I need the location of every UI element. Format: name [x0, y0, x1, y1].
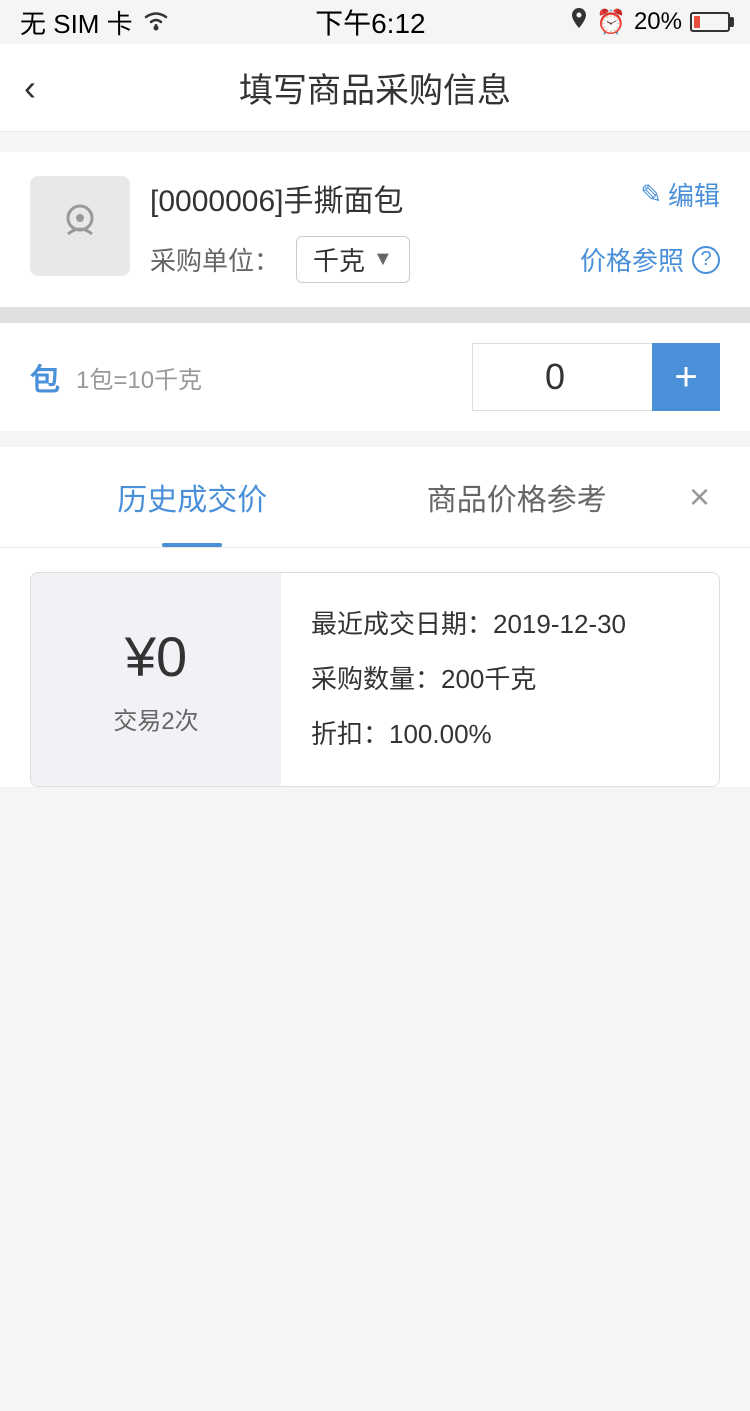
- battery-percent: 20%: [634, 8, 682, 36]
- edit-button[interactable]: ✎ 编辑: [640, 176, 720, 213]
- price-ref-label: 价格参照: [580, 241, 684, 278]
- price-card: ¥0 交易2次 最近成交日期：2019-12-30 采购数量：200千克 折扣：…: [30, 572, 720, 787]
- back-button[interactable]: ‹: [24, 67, 36, 109]
- tabs-section: 历史成交价 商品价格参考 × ¥0 交易2次 最近成交日期：2019-12-30…: [0, 447, 750, 787]
- question-icon: ?: [692, 246, 720, 274]
- unit-arrow-icon: ▼: [373, 248, 393, 271]
- quantity-plus-button[interactable]: +: [652, 343, 720, 411]
- product-name: [0000006]手撕面包: [150, 176, 410, 220]
- qty-value: 200千克: [441, 664, 536, 694]
- unit-value: 千克: [313, 241, 365, 278]
- product-unit-row: 采购单位： 千克 ▼: [150, 236, 410, 283]
- price-currency: ¥: [125, 625, 156, 688]
- tab-history-price[interactable]: 历史成交价: [30, 447, 354, 547]
- product-left: [0000006]手撕面包 采购单位： 千克 ▼: [30, 176, 410, 283]
- pkg-ratio: 1包=10千克: [76, 360, 202, 395]
- product-actions: ✎ 编辑 价格参照 ?: [580, 176, 720, 278]
- price-ref-button[interactable]: 价格参照 ?: [580, 241, 720, 278]
- product-image: [30, 176, 130, 276]
- discount-value: 100.00%: [389, 719, 492, 749]
- signal-text: 无 SIM 卡: [20, 4, 133, 41]
- status-time: 下午6:12: [315, 2, 426, 42]
- date-value: 2019-12-30: [493, 609, 626, 639]
- edit-label: 编辑: [668, 176, 720, 213]
- qty-label: 采购数量：: [311, 664, 441, 694]
- separator: [0, 307, 750, 323]
- price-qty-row: 采购数量：200千克: [311, 660, 689, 699]
- tabs-header: 历史成交价 商品价格参考 ×: [0, 447, 750, 548]
- nav-bar: ‹ 填写商品采购信息: [0, 44, 750, 132]
- price-value: 0: [156, 625, 187, 688]
- pkg-icon: 包: [30, 355, 60, 399]
- product-header: [0000006]手撕面包 采购单位： 千克 ▼ ✎ 编辑 价格参照 ?: [30, 176, 720, 283]
- price-discount-row: 折扣：100.00%: [311, 715, 689, 754]
- quantity-label: 包 1包=10千克: [30, 355, 202, 399]
- tab-close-button[interactable]: ×: [679, 456, 720, 538]
- date-label: 最近成交日期：: [311, 609, 493, 639]
- bottom-space: [0, 811, 750, 1411]
- battery-icon: [690, 12, 730, 32]
- edit-icon: ✎: [640, 179, 662, 210]
- quantity-row: 包 1包=10千克 +: [0, 323, 750, 431]
- page-title: 填写商品采购信息: [239, 63, 511, 112]
- status-bar: 无 SIM 卡 下午6:12 ⏰ 20%: [0, 0, 750, 44]
- price-date-row: 最近成交日期：2019-12-30: [311, 605, 689, 644]
- price-card-left: ¥0 交易2次: [31, 573, 281, 786]
- discount-label: 折扣：: [311, 719, 389, 749]
- status-left: 无 SIM 卡: [20, 4, 171, 41]
- tab-price-ref[interactable]: 商品价格参考: [354, 447, 678, 547]
- unit-selector[interactable]: 千克 ▼: [296, 236, 410, 283]
- quantity-input-area: +: [472, 343, 720, 411]
- price-transactions: 交易2次: [113, 701, 198, 736]
- location-icon: [570, 8, 588, 37]
- product-info: [0000006]手撕面包 采购单位： 千克 ▼: [150, 176, 410, 283]
- status-right: ⏰ 20%: [570, 8, 730, 37]
- price-card-right: 最近成交日期：2019-12-30 采购数量：200千克 折扣：100.00%: [281, 573, 719, 786]
- quantity-input[interactable]: [472, 343, 652, 411]
- alarm-icon: ⏰: [596, 8, 626, 37]
- wifi-icon: [141, 7, 171, 38]
- unit-label: 采购单位：: [150, 241, 280, 278]
- price-amount: ¥0: [125, 624, 187, 689]
- product-card: [0000006]手撕面包 采购单位： 千克 ▼ ✎ 编辑 价格参照 ?: [0, 152, 750, 307]
